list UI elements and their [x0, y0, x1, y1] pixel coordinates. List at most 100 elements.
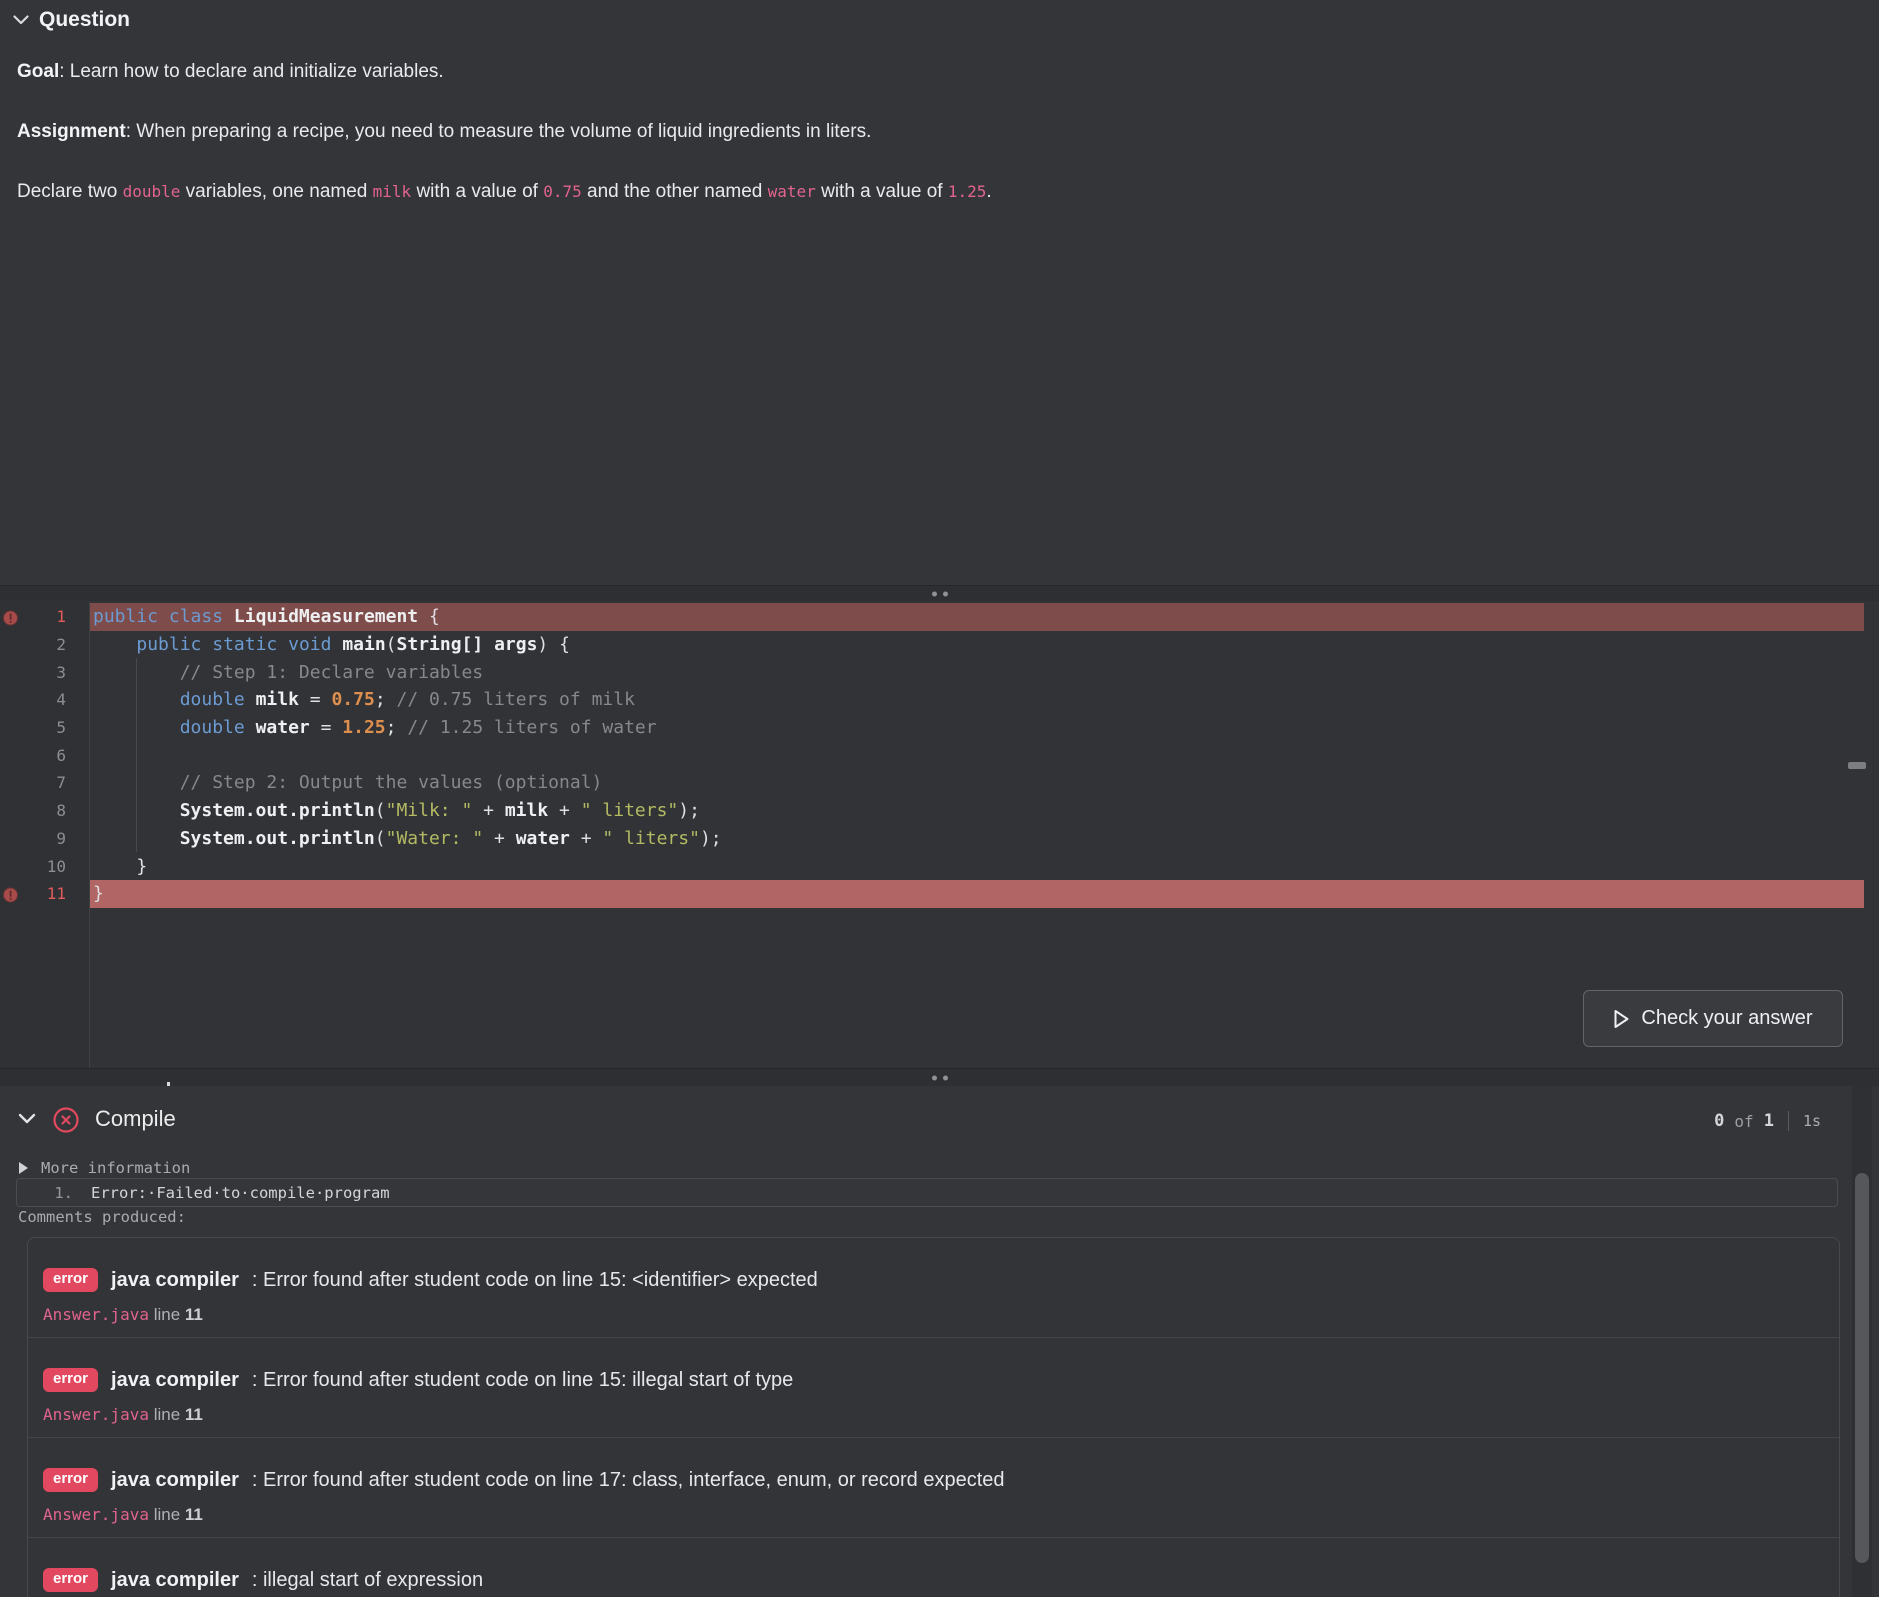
line-number: 8 — [56, 801, 66, 821]
error-source: java compiler — [111, 1469, 239, 1491]
error-location: Answer.java line 11 — [43, 1504, 1824, 1526]
check-answer-label: Check your answer — [1641, 1007, 1813, 1029]
line-code[interactable]: double milk = 0.75; // 0.75 liters of mi… — [90, 686, 1864, 714]
question-title: Question — [39, 8, 131, 31]
inline-code: milk — [372, 182, 412, 201]
code-line[interactable]: 2 public static void main(String[] args)… — [0, 631, 1879, 659]
line-number: 10 — [46, 856, 66, 876]
error-card: error java compiler: illegal start of exp… — [28, 1537, 1839, 1597]
panel-splitter-top[interactable] — [0, 585, 1879, 601]
line-number: 5 — [56, 718, 66, 738]
error-line-number: 11 — [184, 1305, 203, 1324]
error-file-name: Answer.java — [43, 1305, 149, 1324]
line-code[interactable]: // Step 1: Declare variables — [90, 658, 1864, 686]
code-lines[interactable]: 1 public class LiquidMeasurement {2 publi… — [0, 603, 1879, 908]
more-information-toggle[interactable]: More information — [19, 1159, 190, 1177]
error-card-title: error java compiler: illegal start of exp… — [43, 1566, 1824, 1594]
line-number: 3 — [56, 662, 66, 682]
duration-value: 1s — [1802, 1112, 1821, 1130]
declare-text: with a value of — [815, 181, 948, 202]
error-message: : Error found after student code on line… — [251, 1469, 1005, 1491]
line-code[interactable]: } — [90, 879, 1864, 908]
question-body: Goal: Learn how to declare and initializ… — [17, 60, 1849, 240]
error-location: Answer.java line 11 — [43, 1304, 1824, 1326]
error-badge: error — [43, 1268, 99, 1292]
error-source: java compiler — [111, 1569, 239, 1591]
error-line-label: line — [148, 1305, 185, 1324]
compile-header[interactable]: Compile 0 of 1 1s — [0, 1098, 1879, 1144]
check-answer-button[interactable]: Check your answer — [1583, 990, 1843, 1047]
error-item-number: 1. — [54, 1183, 73, 1202]
code-editor[interactable]: 1 public class LiquidMeasurement {2 publi… — [0, 601, 1879, 1068]
code-line[interactable]: 3 // Step 1: Declare variables — [0, 658, 1879, 686]
inline-code: double — [122, 182, 181, 201]
code-line[interactable]: 8 System.out.println("Milk: " + milk + "… — [0, 797, 1879, 825]
editor-scrollbar-thumb[interactable] — [1848, 762, 1866, 769]
splitter-grip-icon[interactable] — [931, 591, 948, 596]
assignment-text: : When preparing a recipe, you need to m… — [125, 121, 872, 142]
error-card-title: error java compiler : Error found after st… — [43, 1366, 1824, 1394]
line-number: 1 — [56, 607, 66, 627]
error-card-title: error java compiler: Error found after st… — [43, 1466, 1824, 1494]
error-line-label: line — [148, 1505, 185, 1524]
declare-text: with a value of — [411, 181, 544, 202]
goal-text: : Learn how to declare and initialize va… — [59, 61, 444, 82]
declare-text: variables, one named — [180, 181, 373, 202]
line-code[interactable]: } — [90, 852, 1864, 880]
error-card-title: error java compiler : Error found after st… — [43, 1266, 1824, 1294]
more-information-label: More information — [41, 1159, 191, 1177]
compile-score: 0 of 1 1s — [1714, 1098, 1821, 1144]
line-code[interactable]: double water = 1.25; // 1.25 liters of w… — [90, 714, 1864, 742]
error-line-number: 11 — [184, 1505, 203, 1524]
error-card: error java compiler: Error found after st… — [28, 1437, 1839, 1537]
compiler-comments-list: error java compiler : Error found after st… — [27, 1237, 1840, 1597]
splitter-grip-icon[interactable] — [931, 1075, 948, 1080]
chevron-down-icon[interactable] — [13, 15, 29, 25]
code-line[interactable]: 10 } — [0, 852, 1879, 880]
play-icon — [1614, 1009, 1629, 1028]
code-line[interactable]: 7 // Step 2: Output the values (optional… — [0, 769, 1879, 797]
error-card: error java compiler : Error found after st… — [28, 1337, 1839, 1437]
error-item-text: Error:·Failed·to·compile·program — [91, 1183, 390, 1202]
line-code[interactable] — [90, 741, 1864, 769]
error-file-name: Answer.java — [43, 1505, 149, 1524]
score-total: 1 — [1763, 1111, 1774, 1131]
triangle-right-icon[interactable] — [19, 1162, 28, 1174]
compile-scrollbar-thumb[interactable] — [1855, 1173, 1869, 1563]
error-card: error java compiler : Error found after st… — [28, 1238, 1839, 1337]
panel-splitter-bottom[interactable] — [0, 1068, 1879, 1088]
comments-produced-label: Comments produced: — [18, 1208, 186, 1226]
declare-text: Declare two — [17, 181, 123, 202]
indent-guide — [136, 658, 137, 852]
assignment-label: Assignment — [17, 121, 126, 142]
line-code[interactable]: System.out.println("Water: " + water + "… — [90, 825, 1864, 853]
line-number: 2 — [56, 635, 66, 655]
declare-text: and the other named — [581, 181, 768, 202]
assignment-paragraph: Assignment: When preparing a recipe, you… — [17, 120, 1849, 144]
code-line[interactable]: 5 double water = 1.25; // 1.25 liters of… — [0, 714, 1879, 742]
inline-code: 0.75 — [543, 182, 582, 201]
line-code[interactable]: public static void main(String[] args) { — [90, 631, 1864, 659]
compile-panel: Compile 0 of 1 1s More information 1. Er… — [0, 1086, 1879, 1597]
line-code[interactable]: System.out.println("Milk: " + milk + " l… — [90, 797, 1864, 825]
code-line[interactable]: 4 double milk = 0.75; // 0.75 liters of … — [0, 686, 1879, 714]
error-badge: error — [43, 1368, 99, 1392]
chevron-down-icon[interactable] — [18, 1113, 36, 1124]
code-line[interactable]: 1 public class LiquidMeasurement { — [0, 603, 1879, 631]
error-message: : Error found after student code on line… — [251, 1269, 818, 1291]
line-code[interactable]: // Step 2: Output the values (optional) — [90, 769, 1864, 797]
line-number: 6 — [56, 745, 66, 765]
line-number: 9 — [56, 828, 66, 848]
code-line[interactable]: 9 System.out.println("Water: " + water +… — [0, 825, 1879, 853]
question-header[interactable]: Question — [13, 8, 130, 32]
error-source: java compiler — [111, 1369, 239, 1391]
error-source: java compiler — [111, 1269, 239, 1291]
code-line[interactable]: 6 — [0, 741, 1879, 769]
error-location: Answer.java line 11 — [43, 1404, 1824, 1426]
line-number: 4 — [56, 690, 66, 710]
error-badge: error — [43, 1568, 99, 1592]
error-message: : Error found after student code on line… — [251, 1369, 794, 1391]
inline-code: water — [767, 182, 816, 201]
line-code[interactable]: public class LiquidMeasurement { — [90, 603, 1864, 631]
code-line[interactable]: 11} — [0, 879, 1879, 908]
